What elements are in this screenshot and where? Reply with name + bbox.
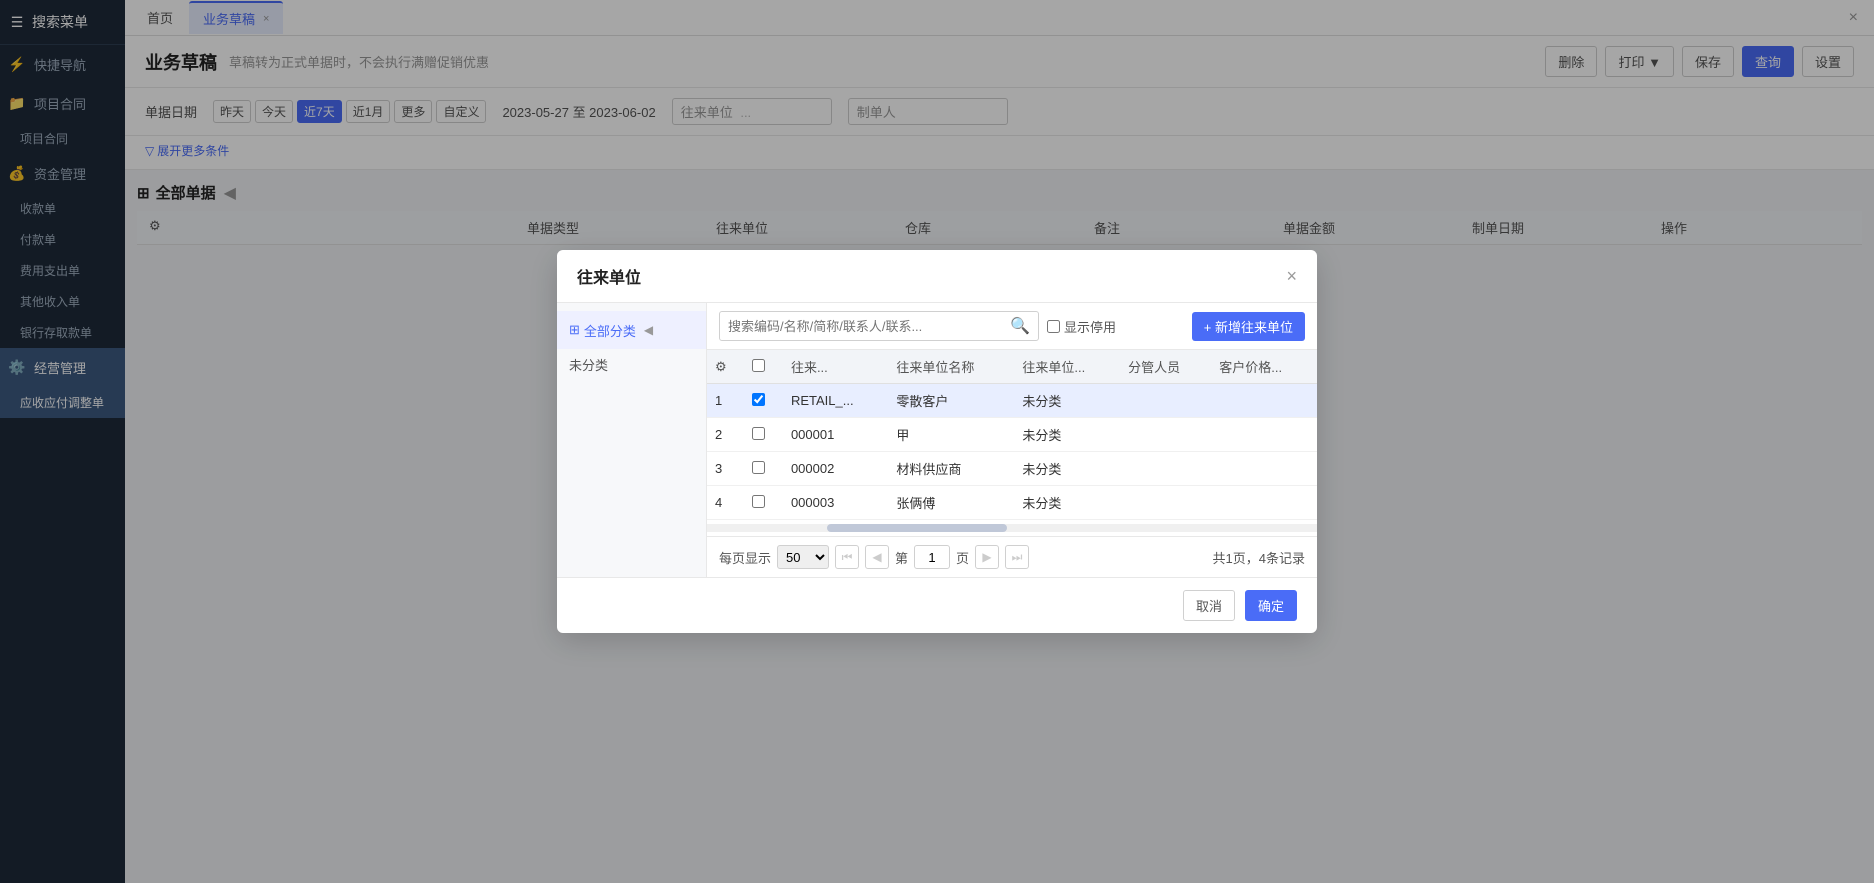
page-prev-btn[interactable]: ◀ xyxy=(865,545,889,569)
th-name: 往来单位名称 xyxy=(888,350,1014,384)
row-code: 000002 xyxy=(783,452,888,486)
th-code: 往来... xyxy=(783,350,888,384)
row-price xyxy=(1211,384,1317,418)
partner-table-scroll[interactable]: ⚙ 往来... 往来单位名称 往来单位... 分管人员 客户价格... 1 xyxy=(707,350,1317,520)
row-category: 未分类 xyxy=(1014,384,1120,418)
partner-table: ⚙ 往来... 往来单位名称 往来单位... 分管人员 客户价格... 1 xyxy=(707,350,1317,520)
row-num: 2 xyxy=(707,418,744,452)
page-size-select[interactable]: 50 10 20 100 xyxy=(777,545,829,569)
search-icon: 🔍 xyxy=(1010,316,1030,336)
horizontal-scrollbar[interactable] xyxy=(707,524,1317,532)
all-category-label: 全部分类 xyxy=(584,321,636,340)
table-row[interactable]: 4 000003 张俩傅 未分类 xyxy=(707,486,1317,520)
left-panel-all-category[interactable]: ⊞ 全部分类 ◀ xyxy=(557,311,706,349)
row-sales xyxy=(1120,486,1211,520)
th-checkbox[interactable] xyxy=(744,350,783,384)
row-checkbox[interactable] xyxy=(744,452,783,486)
row-num: 3 xyxy=(707,452,744,486)
th-price: 客户价格... xyxy=(1211,350,1317,384)
modal-body: ⊞ 全部分类 ◀ 未分类 🔍 显示停用 xyxy=(557,303,1317,577)
th-category: 往来单位... xyxy=(1014,350,1120,384)
show-disabled-checkbox[interactable] xyxy=(1047,320,1060,333)
row-sales xyxy=(1120,418,1211,452)
add-partner-button[interactable]: + 新增往来单位 xyxy=(1192,312,1305,341)
page-first-btn[interactable]: ⏮ xyxy=(835,545,859,569)
search-wrap: 🔍 xyxy=(719,311,1039,341)
row-code: 000003 xyxy=(783,486,888,520)
partner-modal: 往来单位 × ⊞ 全部分类 ◀ 未分类 xyxy=(557,250,1317,633)
modal-pagination: 每页显示 50 10 20 100 ⏮ ◀ 第 页 ▶ ⏭ 共1页，4条记录 xyxy=(707,536,1317,577)
row-category: 未分类 xyxy=(1014,452,1120,486)
partner-search-input[interactable] xyxy=(728,319,1004,334)
row-name: 零散客户 xyxy=(888,384,1014,418)
row-category: 未分类 xyxy=(1014,486,1120,520)
page-size-label: 每页显示 xyxy=(719,548,771,567)
page-unit: 页 xyxy=(956,548,969,567)
th-sales: 分管人员 xyxy=(1120,350,1211,384)
modal-footer: 取消 确定 xyxy=(557,577,1317,633)
row-sales xyxy=(1120,452,1211,486)
confirm-button[interactable]: 确定 xyxy=(1245,590,1297,621)
row-price xyxy=(1211,452,1317,486)
modal-toolbar: 🔍 显示停用 + 新增往来单位 xyxy=(707,303,1317,350)
row-num: 1 xyxy=(707,384,744,418)
modal-title: 往来单位 xyxy=(577,264,641,288)
page-num-label: 第 xyxy=(895,548,908,567)
th-settings[interactable]: ⚙ xyxy=(707,350,744,384)
table-head-row: ⚙ 往来... 往来单位名称 往来单位... 分管人员 客户价格... xyxy=(707,350,1317,384)
scroll-thumb[interactable] xyxy=(827,524,1007,532)
row-code: RETAIL_... xyxy=(783,384,888,418)
table-row[interactable]: 1 RETAIL_... 零散客户 未分类 xyxy=(707,384,1317,418)
row-checkbox[interactable] xyxy=(744,486,783,520)
left-panel-collapse-btn[interactable]: ◀ xyxy=(640,317,657,343)
table-row[interactable]: 3 000002 材料供应商 未分类 xyxy=(707,452,1317,486)
total-info: 共1页，4条记录 xyxy=(1213,548,1305,567)
page-last-btn[interactable]: ⏭ xyxy=(1005,545,1029,569)
table-row[interactable]: 2 000001 甲 未分类 xyxy=(707,418,1317,452)
row-code: 000001 xyxy=(783,418,888,452)
cancel-button[interactable]: 取消 xyxy=(1183,590,1235,621)
modal-close-button[interactable]: × xyxy=(1286,266,1297,287)
select-all-checkbox[interactable] xyxy=(752,359,765,372)
row-name: 材料供应商 xyxy=(888,452,1014,486)
page-next-btn[interactable]: ▶ xyxy=(975,545,999,569)
grid-icon-small: ⊞ xyxy=(569,322,580,338)
row-name: 甲 xyxy=(888,418,1014,452)
row-category: 未分类 xyxy=(1014,418,1120,452)
row-price xyxy=(1211,418,1317,452)
right-panel: 🔍 显示停用 + 新增往来单位 ⚙ xyxy=(707,303,1317,577)
left-panel: ⊞ 全部分类 ◀ 未分类 xyxy=(557,303,707,577)
row-name: 张俩傅 xyxy=(888,486,1014,520)
page-input[interactable] xyxy=(914,545,950,569)
modal-overlay: 往来单位 × ⊞ 全部分类 ◀ 未分类 xyxy=(0,0,1874,883)
row-num: 4 xyxy=(707,486,744,520)
modal-header: 往来单位 × xyxy=(557,250,1317,303)
row-checkbox[interactable] xyxy=(744,418,783,452)
row-checkbox[interactable] xyxy=(744,384,783,418)
row-sales xyxy=(1120,384,1211,418)
row-price xyxy=(1211,486,1317,520)
show-disabled-label[interactable]: 显示停用 xyxy=(1047,317,1116,336)
left-panel-unclassified[interactable]: 未分类 xyxy=(557,349,706,380)
